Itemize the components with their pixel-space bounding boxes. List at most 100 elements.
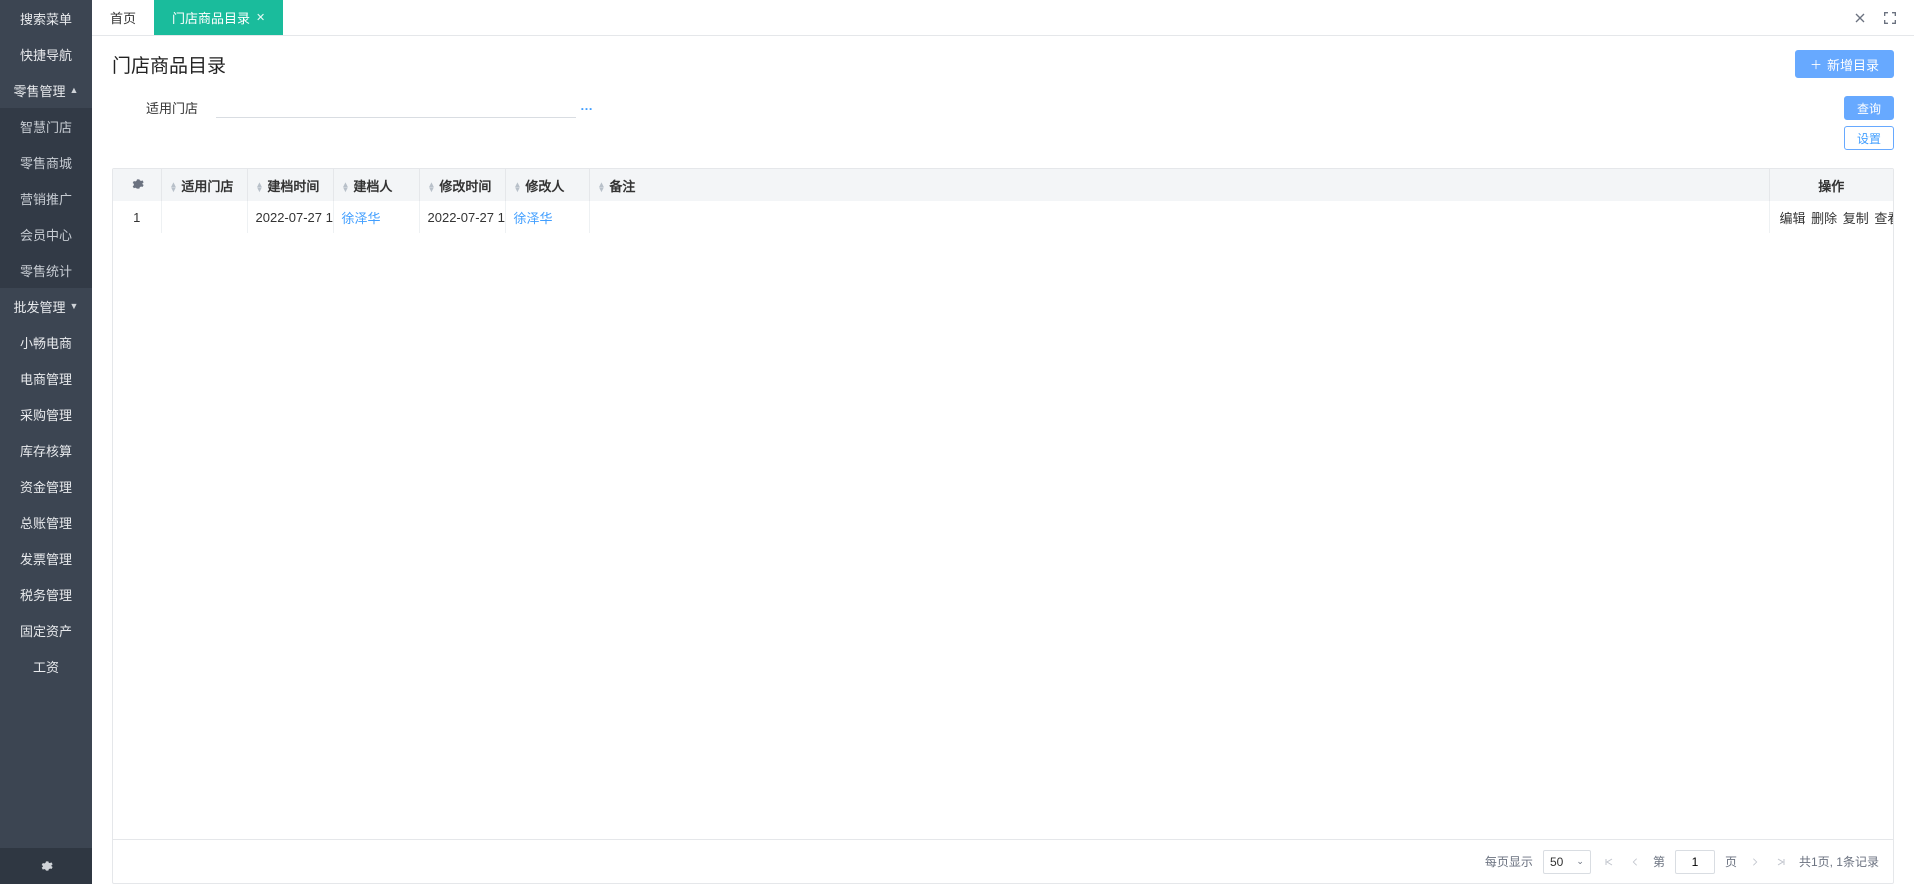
cell-actions: 编辑 删除 复制 查看 xyxy=(1769,201,1893,233)
sidebar-item-label: 库存核算 xyxy=(20,441,72,460)
cell-index: 1 xyxy=(113,201,161,233)
filter-store-input[interactable] xyxy=(216,96,576,118)
close-all-icon[interactable] xyxy=(1852,10,1868,26)
sidebar-item-4[interactable]: 零售商城 xyxy=(0,144,92,180)
more-icon[interactable]: … xyxy=(580,98,594,113)
cell-modifier: 徐泽华 xyxy=(505,201,589,233)
sidebar-item-18[interactable]: 工资 xyxy=(0,648,92,684)
cell-remark xyxy=(589,201,1769,233)
col-create-time[interactable]: ▲▼建档时间 xyxy=(247,169,333,201)
col-remark[interactable]: ▲▼备注 xyxy=(589,169,1769,201)
page-suffix: 页 xyxy=(1725,853,1737,870)
sidebar-item-label: 固定资产 xyxy=(20,621,72,640)
sidebar-item-label: 零售管理 xyxy=(14,81,66,100)
catalog-table: ▲▼适用门店 ▲▼建档时间 ▲▼建档人 ▲▼修改时间 ▲▼修改人 ▲▼备注 操作… xyxy=(113,169,1893,233)
sidebar-item-label: 营销推广 xyxy=(20,189,72,208)
sidebar-item-label: 智慧门店 xyxy=(20,117,72,136)
sidebar-settings[interactable] xyxy=(0,848,92,884)
page-prefix: 第 xyxy=(1653,853,1665,870)
sidebar-item-0[interactable]: 搜索菜单 xyxy=(0,0,92,36)
sidebar-item-7[interactable]: 零售统计 xyxy=(0,252,92,288)
sidebar-item-16[interactable]: 税务管理 xyxy=(0,576,92,612)
tab-home[interactable]: 首页 xyxy=(92,0,154,35)
sidebar-item-11[interactable]: 采购管理 xyxy=(0,396,92,432)
caret-down-icon: ▼ xyxy=(70,301,79,311)
plus-icon: ＋ xyxy=(1810,56,1822,73)
add-catalog-button[interactable]: ＋ 新增目录 xyxy=(1795,50,1894,78)
sort-icon: ▲▼ xyxy=(342,182,350,192)
column-settings[interactable] xyxy=(113,169,161,201)
sidebar-item-label: 采购管理 xyxy=(20,405,72,424)
col-creator[interactable]: ▲▼建档人 xyxy=(333,169,419,201)
action-delete[interactable]: 删除 xyxy=(1811,211,1837,226)
sidebar-item-9[interactable]: 小畅电商 xyxy=(0,324,92,360)
cell-create-time: 2022-07-27 11: xyxy=(247,201,333,233)
cell-modify-time: 2022-07-27 11: xyxy=(419,201,505,233)
col-modify-time[interactable]: ▲▼修改时间 xyxy=(419,169,505,201)
sidebar-item-6[interactable]: 会员中心 xyxy=(0,216,92,252)
sidebar-item-label: 批发管理 xyxy=(14,297,66,316)
fullscreen-icon[interactable] xyxy=(1882,10,1898,26)
add-catalog-label: 新增目录 xyxy=(1827,55,1879,74)
page-input[interactable] xyxy=(1675,850,1715,874)
page-prev[interactable] xyxy=(1627,857,1643,867)
sidebar-item-8[interactable]: 批发管理 ▼ xyxy=(0,288,92,324)
sidebar-item-12[interactable]: 库存核算 xyxy=(0,432,92,468)
page-first[interactable] xyxy=(1601,856,1617,868)
sidebar-item-label: 会员中心 xyxy=(20,225,72,244)
per-page-select[interactable]: 50 ⌄ xyxy=(1543,850,1591,874)
sidebar-item-2[interactable]: 零售管理 ▲ xyxy=(0,72,92,108)
sidebar-item-label: 零售商城 xyxy=(20,153,72,172)
sidebar-item-label: 资金管理 xyxy=(20,477,72,496)
sort-icon: ▲▼ xyxy=(514,182,522,192)
query-button[interactable]: 查询 xyxy=(1844,96,1894,120)
sidebar-item-label: 零售统计 xyxy=(20,261,72,280)
action-copy[interactable]: 复制 xyxy=(1843,211,1869,226)
sidebar-item-17[interactable]: 固定资产 xyxy=(0,612,92,648)
page-title: 门店商品目录 xyxy=(112,51,226,78)
col-store[interactable]: ▲▼适用门店 xyxy=(161,169,247,201)
sidebar-item-label: 总账管理 xyxy=(20,513,72,532)
sidebar-item-15[interactable]: 发票管理 xyxy=(0,540,92,576)
sidebar-item-label: 工资 xyxy=(33,657,59,676)
modifier-link[interactable]: 徐泽华 xyxy=(514,211,553,226)
sidebar-item-3[interactable]: 智慧门店 xyxy=(0,108,92,144)
sidebar-item-label: 搜索菜单 xyxy=(20,9,72,28)
sort-icon: ▲▼ xyxy=(170,182,178,192)
close-icon[interactable]: ✕ xyxy=(256,11,265,24)
sidebar-item-label: 快捷导航 xyxy=(20,45,72,64)
gear-icon xyxy=(130,177,144,191)
sort-icon: ▲▼ xyxy=(428,182,436,192)
chevron-down-icon: ⌄ xyxy=(1576,856,1584,867)
filter-store-label: 适用门店 xyxy=(146,98,198,117)
caret-up-icon: ▲ xyxy=(70,85,79,95)
tab-bar: 首页 门店商品目录 ✕ xyxy=(92,0,1914,36)
col-actions: 操作 xyxy=(1769,169,1893,201)
action-edit[interactable]: 编辑 xyxy=(1780,211,1806,226)
settings-button[interactable]: 设置 xyxy=(1844,126,1894,150)
sidebar-item-label: 发票管理 xyxy=(20,549,72,568)
gear-icon xyxy=(39,859,53,873)
tab-home-label: 首页 xyxy=(110,8,136,27)
col-modifier[interactable]: ▲▼修改人 xyxy=(505,169,589,201)
sidebar-item-10[interactable]: 电商管理 xyxy=(0,360,92,396)
sort-icon: ▲▼ xyxy=(598,182,606,192)
tab-catalog-label: 门店商品目录 xyxy=(172,8,250,27)
per-page-label: 每页显示 xyxy=(1485,853,1533,870)
page-summary: 共1页, 1条记录 xyxy=(1799,853,1879,870)
sidebar-item-label: 税务管理 xyxy=(20,585,72,604)
table-row[interactable]: 1 2022-07-27 11: 徐泽华 2022-07-27 11: 徐泽华 … xyxy=(113,201,1893,233)
pagination: 每页显示 50 ⌄ 第 页 xyxy=(113,839,1893,883)
page-last[interactable] xyxy=(1773,856,1789,868)
cell-store xyxy=(161,201,247,233)
creator-link[interactable]: 徐泽华 xyxy=(342,211,381,226)
cell-creator: 徐泽华 xyxy=(333,201,419,233)
sidebar-item-14[interactable]: 总账管理 xyxy=(0,504,92,540)
sidebar: 搜索菜单快捷导航零售管理 ▲ 智慧门店零售商城营销推广会员中心零售统计批发管理 ▼ 小畅… xyxy=(0,0,92,884)
sidebar-item-13[interactable]: 资金管理 xyxy=(0,468,92,504)
sidebar-item-1[interactable]: 快捷导航 xyxy=(0,36,92,72)
action-view[interactable]: 查看 xyxy=(1874,211,1893,226)
page-next[interactable] xyxy=(1747,857,1763,867)
tab-catalog[interactable]: 门店商品目录 ✕ xyxy=(154,0,283,35)
sidebar-item-5[interactable]: 营销推广 xyxy=(0,180,92,216)
